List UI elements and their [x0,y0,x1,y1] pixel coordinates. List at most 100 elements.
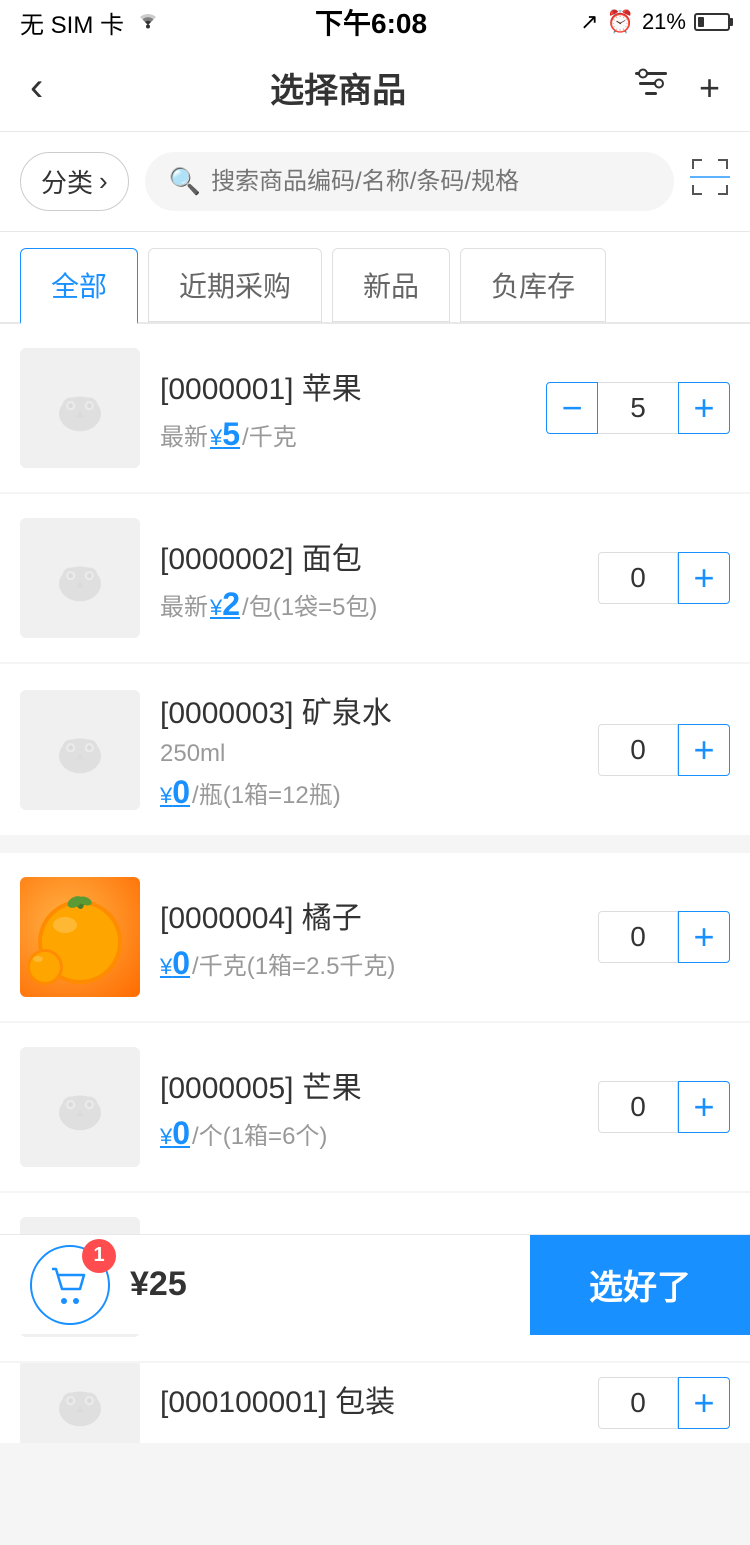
price-yen: ¥ [160,954,172,979]
product-price: ¥0 /千克(1箱=2.5千克) [160,945,578,982]
price-underline: ¥0 [160,774,190,811]
product-name: [0000003] 矿泉水 [160,688,578,732]
product-info: [0000002] 面包 最新 ¥2 /包(1袋=5包) [160,534,578,623]
cart-icon [48,1265,92,1305]
qty-control: + [598,724,730,776]
tab-recent[interactable]: 近期采购 [148,248,322,322]
qty-plus-button[interactable]: + [678,382,730,434]
product-item: [0000001] 苹果 最新 ¥5 /千克 − + [0,324,750,492]
status-time: 下午6:08 [315,2,427,42]
owl-placeholder-icon [45,373,115,443]
search-icon: 🔍 [169,166,201,197]
tab-new[interactable]: 新品 [332,248,450,322]
cart-area: 1 ¥25 [0,1245,530,1325]
orange-image-icon [20,877,140,997]
qty-plus-button[interactable]: + [678,911,730,963]
cart-button[interactable]: 1 [30,1245,110,1325]
qty-input[interactable] [598,911,678,963]
qty-control: + [598,1081,730,1133]
tab-negative[interactable]: 负库存 [460,248,606,322]
price-num: 0 [172,1115,190,1151]
location-icon: ↗ [580,9,598,35]
price-num: 2 [222,586,240,622]
category-label: 分类 [41,163,93,200]
product-name: [0000005] 芒果 [160,1063,578,1107]
price-yen: ¥ [160,1124,172,1149]
tab-recent-label: 近期采购 [179,271,291,302]
owl-placeholder-icon [45,1368,115,1438]
price-unit: /包(1袋=5包) [242,587,377,622]
cart-total: ¥25 [130,1265,187,1304]
add-button[interactable]: + [699,67,720,109]
product-price: ¥0 /个(1箱=6个) [160,1115,578,1152]
qty-control: − + [546,382,730,434]
tab-new-label: 新品 [363,271,419,302]
qty-plus-button[interactable]: + [678,1081,730,1133]
product-info: [000100001] 包装 [160,1377,578,1429]
search-input[interactable] [211,168,650,196]
category-arrow: › [99,166,108,197]
owl-placeholder-icon [45,1072,115,1142]
battery-icon [694,13,730,31]
alarm-icon: ⏰ [607,9,634,35]
price-yen: ¥ [160,783,172,808]
product-image [20,690,140,810]
category-button[interactable]: 分类 › [20,152,129,211]
price-unit: /个(1箱=6个) [192,1116,327,1151]
product-info: [0000004] 橘子 ¥0 /千克(1箱=2.5千克) [160,893,578,982]
nav-bar: ‹ 选择商品 + [0,44,750,132]
wifi-icon [134,8,162,36]
product-info: [0000001] 苹果 最新 ¥5 /千克 [160,364,526,453]
section-divider [0,837,750,853]
owl-placeholder-icon [45,543,115,613]
price-num: 0 [172,774,190,810]
owl-placeholder-icon [45,715,115,785]
tab-negative-label: 负库存 [491,271,575,302]
scan-button[interactable] [690,157,730,206]
search-box-wrapper: 🔍 [145,152,674,211]
price-underline: ¥2 [210,586,240,623]
product-info: [0000003] 矿泉水 250ml ¥0 /瓶(1箱=12瓶) [160,688,578,811]
product-image [20,1363,140,1443]
qty-plus-button[interactable]: + [678,552,730,604]
product-info: [0000005] 芒果 ¥0 /个(1箱=6个) [160,1063,578,1152]
product-image [20,518,140,638]
status-left: 无 SIM 卡 [20,5,162,40]
qty-minus-button[interactable]: − [546,382,598,434]
qty-control: + [598,911,730,963]
product-spec: 250ml [160,740,578,768]
price-yen: ¥ [210,595,222,620]
qty-input[interactable] [598,1377,678,1429]
nav-actions: + [633,67,720,109]
tab-bar: 全部 近期采购 新品 负库存 [0,232,750,324]
price-underline: ¥0 [160,1115,190,1152]
price-underline: ¥5 [210,416,240,453]
back-button[interactable]: ‹ [30,65,43,110]
qty-input[interactable] [598,724,678,776]
product-image [20,348,140,468]
qty-plus-button[interactable]: + [678,1377,730,1429]
product-price: ¥0 /瓶(1箱=12瓶) [160,774,578,811]
product-image [20,877,140,997]
qty-plus-button[interactable]: + [678,724,730,776]
battery-percent: 21% [642,9,686,35]
price-yen: ¥ [210,425,222,450]
qty-input[interactable] [598,1081,678,1133]
tab-all[interactable]: 全部 [20,248,138,324]
product-item: [0000002] 面包 最新 ¥2 /包(1袋=5包) + [0,494,750,662]
product-price: 最新 ¥2 /包(1袋=5包) [160,586,578,623]
status-right: ↗ ⏰ 21% [580,9,730,35]
product-item: [0000003] 矿泉水 250ml ¥0 /瓶(1箱=12瓶) + [0,664,750,835]
bottom-spacer [0,1445,750,1545]
product-item: [000100001] 包装 + [0,1363,750,1443]
product-item: [0000004] 橘子 ¥0 /千克(1箱=2.5千克) + [0,853,750,1021]
product-image [20,1047,140,1167]
qty-input[interactable] [598,552,678,604]
price-num: 0 [172,945,190,981]
price-underline: ¥0 [160,945,190,982]
filter-button[interactable] [633,67,669,109]
qty-input[interactable] [598,382,678,434]
price-unit: /千克 [242,417,297,452]
product-name: [0000002] 面包 [160,534,578,578]
confirm-button[interactable]: 选好了 [530,1235,750,1335]
